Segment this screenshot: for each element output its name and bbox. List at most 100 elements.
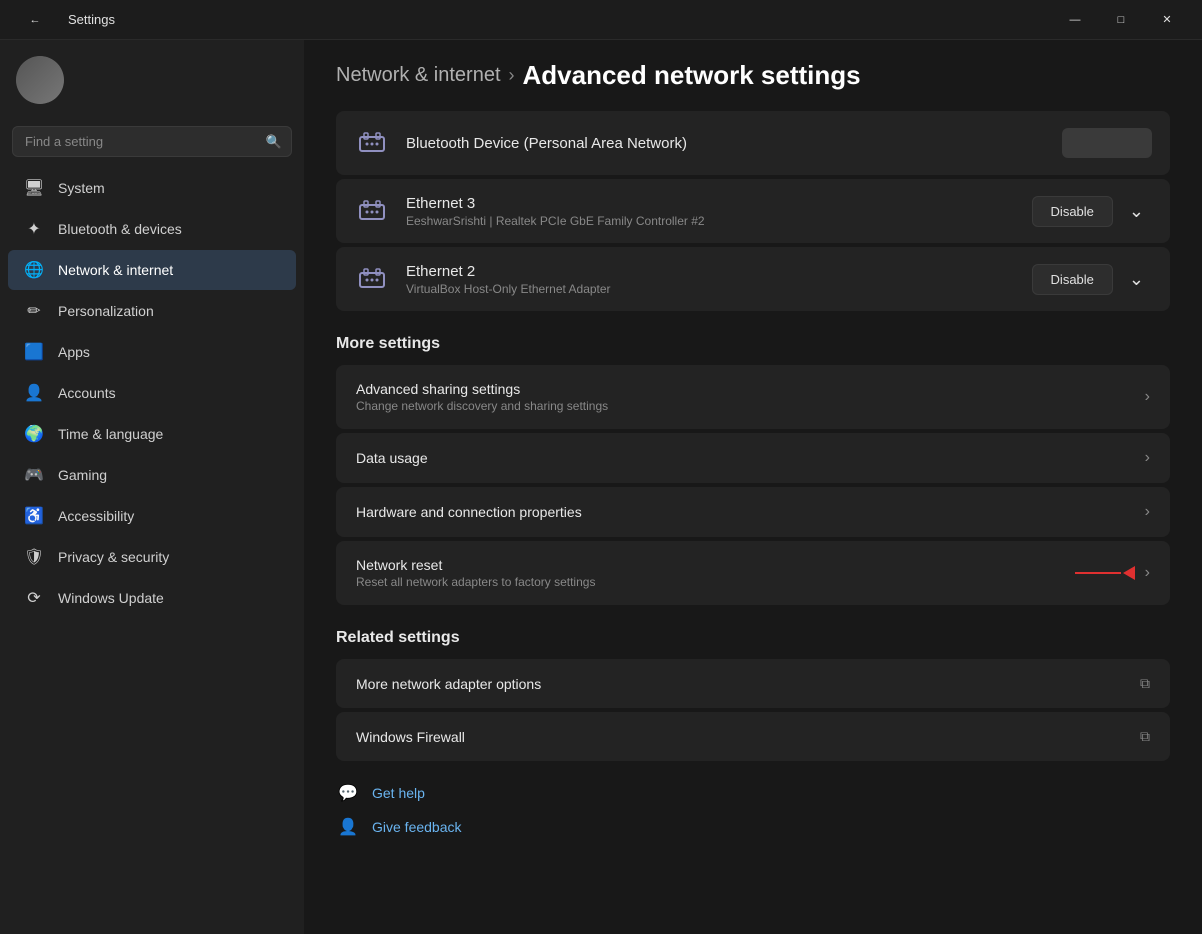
sidebar-item-label-network: Network & internet: [58, 262, 173, 278]
titlebar-left: ← Settings: [12, 4, 115, 36]
titlebar-title: Settings: [68, 12, 115, 27]
sidebar-item-label-privacy: Privacy & security: [58, 549, 169, 565]
external-link-icon-0: ⧉: [1140, 675, 1150, 692]
adapter-info-2: Ethernet 2 VirtualBox Host-Only Ethernet…: [406, 263, 1016, 296]
more-settings-row-1[interactable]: Data usage ›: [336, 433, 1170, 483]
adapter-card-1: Ethernet 3 EeshwarSrishti | Realtek PCIe…: [336, 179, 1170, 243]
expand-button-1[interactable]: ⌄: [1121, 197, 1152, 226]
settings-row-chevron-1: ›: [1145, 449, 1150, 467]
sidebar-item-privacy[interactable]: 🛡 Privacy & security: [8, 537, 296, 577]
adapter-name-1: Ethernet 3: [406, 195, 1016, 212]
give-feedback-icon: 👤: [336, 815, 360, 839]
accessibility-icon: ♿: [24, 506, 44, 526]
expand-button-2[interactable]: ⌄: [1121, 265, 1152, 294]
update-icon: ⟳: [24, 588, 44, 608]
sidebar-item-label-bluetooth: Bluetooth & devices: [58, 221, 182, 237]
adapter-desc-1: EeshwarSrishti | Realtek PCIe GbE Family…: [406, 214, 1016, 228]
avatar-image: [16, 56, 64, 104]
sidebar: 🔍 🖥 System ✦ Bluetooth & devices 🌐 Netwo…: [0, 40, 304, 934]
time-icon: 🌍: [24, 424, 44, 444]
titlebar: ← Settings — □ ✕: [0, 0, 1202, 40]
search-input[interactable]: [12, 126, 292, 157]
sidebar-item-label-gaming: Gaming: [58, 467, 107, 483]
search-box: 🔍: [12, 126, 292, 157]
get-help-icon: 💬: [336, 781, 360, 805]
network-reset-row[interactable]: Network reset Reset all network adapters…: [336, 541, 1170, 605]
give-feedback-label: Give feedback: [372, 819, 462, 835]
related-row-content-1: Windows Firewall: [356, 729, 1130, 745]
adapter-icon-1: [354, 193, 390, 229]
sidebar-item-network[interactable]: 🌐 Network & internet: [8, 250, 296, 290]
content-area: Network & internet › Advanced network se…: [304, 40, 1202, 934]
adapter-name-0: Bluetooth Device (Personal Area Network): [406, 135, 1046, 152]
back-button[interactable]: ←: [12, 4, 58, 36]
related-row-title-1: Windows Firewall: [356, 729, 1130, 745]
adapter-info-1: Ethernet 3 EeshwarSrishti | Realtek PCIe…: [406, 195, 1016, 228]
breadcrumb-current: Advanced network settings: [523, 60, 861, 91]
arrow-indicator: [1075, 563, 1135, 583]
more-settings-row-0[interactable]: Advanced sharing settings Change network…: [336, 365, 1170, 429]
settings-row-title-2: Hardware and connection properties: [356, 504, 1135, 520]
settings-row-chevron-2: ›: [1145, 503, 1150, 521]
related-row-content-0: More network adapter options: [356, 676, 1130, 692]
minimize-button[interactable]: —: [1052, 4, 1098, 36]
sidebar-item-apps[interactable]: 🟦 Apps: [8, 332, 296, 372]
settings-row-chevron-0: ›: [1145, 388, 1150, 406]
minimize-icon: —: [1070, 14, 1081, 26]
arrow-line: [1075, 572, 1121, 574]
bluetooth-icon: ✦: [24, 219, 44, 239]
accounts-icon: 👤: [24, 383, 44, 403]
settings-row-content-0: Advanced sharing settings Change network…: [356, 381, 1135, 413]
system-icon: 🖥: [24, 178, 44, 198]
give-feedback-link[interactable]: 👤 Give feedback: [336, 815, 1170, 839]
get-help-label: Get help: [372, 785, 425, 801]
adapter-actions-2: Disable ⌄: [1032, 264, 1152, 295]
network-reset-chevron: ›: [1145, 564, 1150, 582]
network-reset-title: Network reset: [356, 557, 1055, 573]
related-settings-row-0[interactable]: More network adapter options ⧉: [336, 659, 1170, 708]
settings-row-content-1: Data usage: [356, 450, 1135, 466]
adapter-icon-2: [354, 261, 390, 297]
sidebar-item-label-accounts: Accounts: [58, 385, 116, 401]
sidebar-item-personalization[interactable]: ✏ Personalization: [8, 291, 296, 331]
breadcrumb-separator: ›: [509, 65, 515, 86]
sidebar-item-label-time: Time & language: [58, 426, 163, 442]
maximize-button[interactable]: □: [1098, 4, 1144, 36]
adapter-info-0: Bluetooth Device (Personal Area Network): [406, 135, 1046, 152]
help-links: 💬 Get help 👤 Give feedback: [336, 781, 1170, 839]
sidebar-item-update[interactable]: ⟳ Windows Update: [8, 578, 296, 618]
related-settings-header: Related settings: [336, 629, 1170, 647]
related-row-title-0: More network adapter options: [356, 676, 1130, 692]
personalization-icon: ✏: [24, 301, 44, 321]
get-help-link[interactable]: 💬 Get help: [336, 781, 1170, 805]
more-settings-container: Advanced sharing settings Change network…: [336, 365, 1170, 537]
adapter-actions-0: [1062, 128, 1152, 158]
settings-row-desc-0: Change network discovery and sharing set…: [356, 399, 1135, 413]
maximize-icon: □: [1118, 14, 1125, 26]
titlebar-controls: — □ ✕: [1052, 4, 1190, 36]
sidebar-item-bluetooth[interactable]: ✦ Bluetooth & devices: [8, 209, 296, 249]
settings-row-title-0: Advanced sharing settings: [356, 381, 1135, 397]
adapters-container: Bluetooth Device (Personal Area Network)…: [336, 111, 1170, 311]
more-settings-row-2[interactable]: Hardware and connection properties ›: [336, 487, 1170, 537]
sidebar-item-accounts[interactable]: 👤 Accounts: [8, 373, 296, 413]
sidebar-item-accessibility[interactable]: ♿ Accessibility: [8, 496, 296, 536]
sidebar-item-label-apps: Apps: [58, 344, 90, 360]
sidebar-item-gaming[interactable]: 🎮 Gaming: [8, 455, 296, 495]
disable-button-2[interactable]: Disable: [1032, 264, 1113, 295]
network-reset-desc: Reset all network adapters to factory se…: [356, 575, 1055, 589]
settings-row-content-2: Hardware and connection properties: [356, 504, 1135, 520]
close-icon: ✕: [1162, 13, 1171, 26]
sidebar-item-label-personalization: Personalization: [58, 303, 154, 319]
avatar: [16, 56, 64, 104]
disable-button-1[interactable]: Disable: [1032, 196, 1113, 227]
adapter-card-0: Bluetooth Device (Personal Area Network): [336, 111, 1170, 175]
sidebar-item-system[interactable]: 🖥 System: [8, 168, 296, 208]
adapter-icon-0: [354, 125, 390, 161]
sidebar-item-time[interactable]: 🌍 Time & language: [8, 414, 296, 454]
sidebar-item-label-accessibility: Accessibility: [58, 508, 134, 524]
related-settings-row-1[interactable]: Windows Firewall ⧉: [336, 712, 1170, 761]
breadcrumb: Network & internet › Advanced network se…: [336, 60, 1170, 91]
close-button[interactable]: ✕: [1144, 4, 1190, 36]
external-link-icon-1: ⧉: [1140, 728, 1150, 745]
